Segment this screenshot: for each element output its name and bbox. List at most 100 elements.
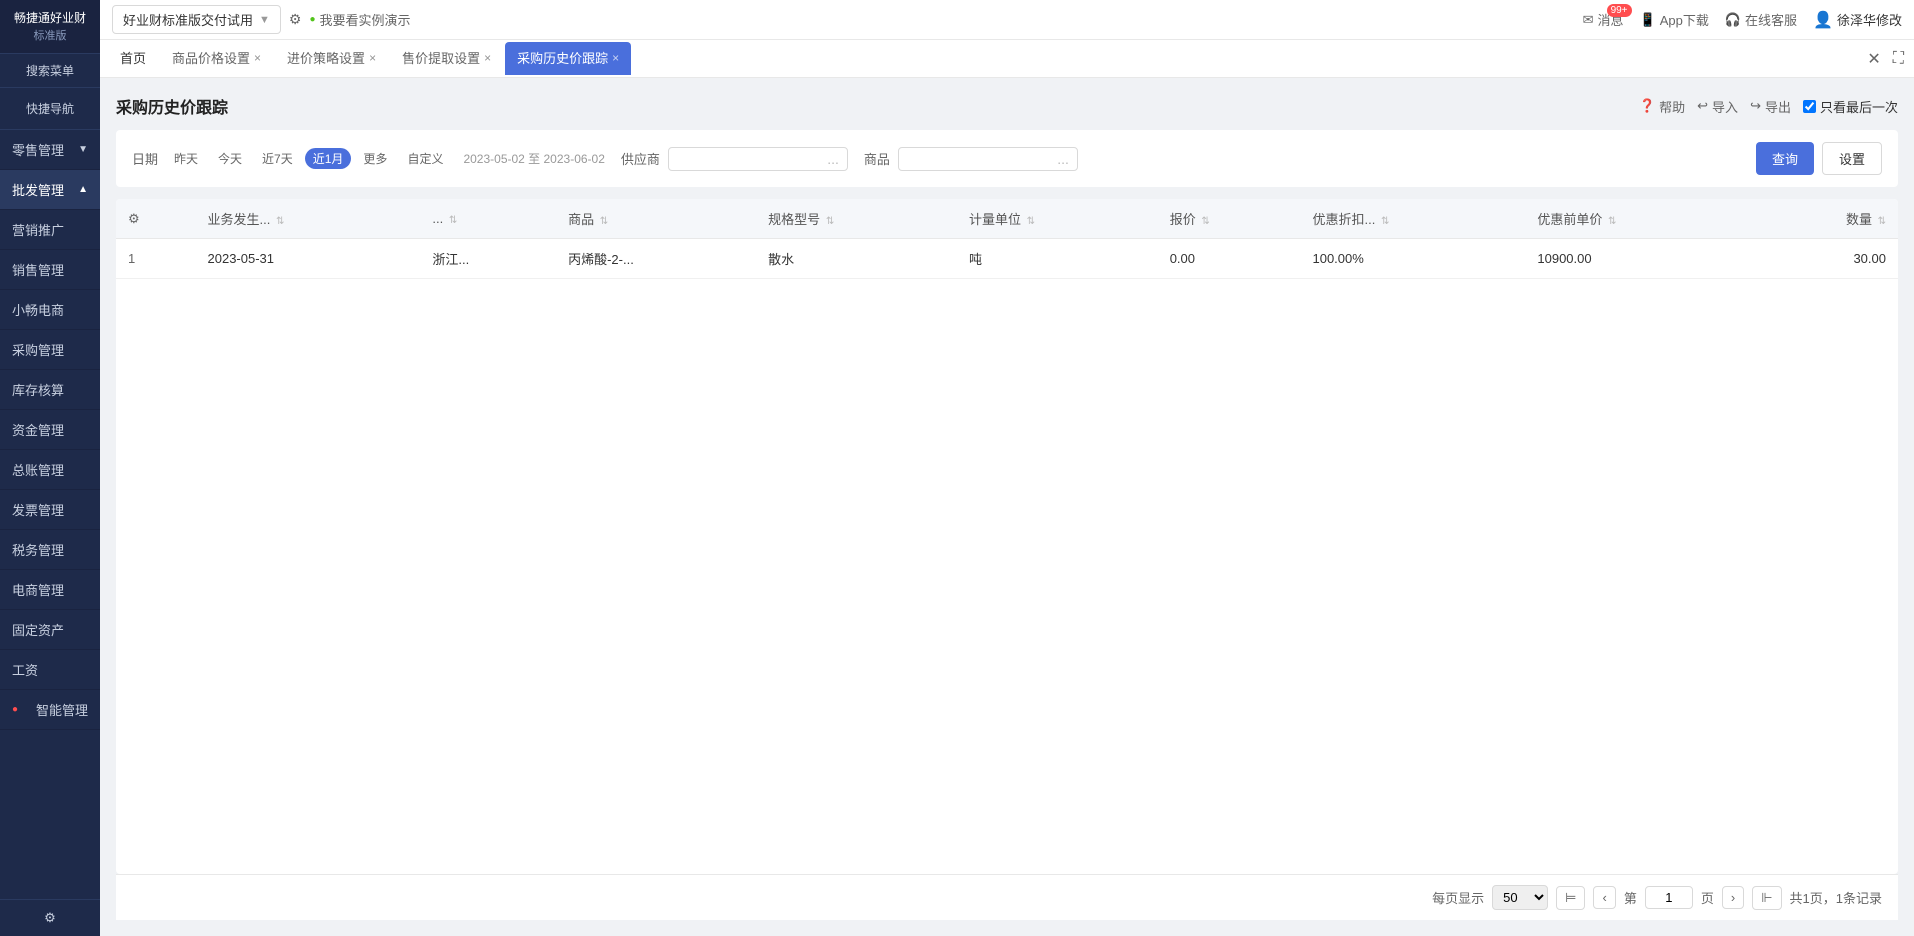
th-unit-sort-icon: ⇅ bbox=[1027, 216, 1035, 227]
sidebar-item-wholesale-arrow: ▲ bbox=[78, 184, 88, 195]
settings-button[interactable]: 设置 bbox=[1822, 142, 1882, 175]
th-unit[interactable]: 计量单位 ⇅ bbox=[957, 199, 1158, 239]
only-last-input[interactable] bbox=[1803, 100, 1816, 113]
th-quantity-sort-icon: ⇅ bbox=[1878, 216, 1886, 227]
sidebar-settings-icon[interactable]: ⚙ bbox=[0, 899, 100, 936]
topbar-app-download[interactable]: 📱 App下载 bbox=[1640, 10, 1709, 29]
th-price-sort-icon: ⇅ bbox=[1201, 216, 1209, 227]
export-button[interactable]: ↪ 导出 bbox=[1750, 97, 1791, 116]
date-pill-today[interactable]: 今天 bbox=[210, 148, 250, 169]
th-col3[interactable]: ... ⇅ bbox=[420, 199, 556, 239]
help-label: 帮助 bbox=[1659, 97, 1685, 116]
sidebar-item-smart[interactable]: 智能管理 bbox=[0, 690, 100, 730]
only-last-checkbox[interactable]: 只看最后一次 bbox=[1803, 97, 1898, 116]
tab-home[interactable]: 首页 bbox=[108, 42, 158, 75]
tab-price[interactable]: 商品价格设置 × bbox=[160, 42, 273, 75]
pagination-total-info: 共1页，1条记录 bbox=[1790, 888, 1882, 907]
tab-history-price[interactable]: 采购历史价跟踪 × bbox=[505, 42, 631, 75]
topbar-version-selector[interactable]: 好业财标准版交付试用 ▼ bbox=[112, 5, 281, 34]
filter-date-range: 2023-05-02 至 2023-06-02 bbox=[463, 150, 604, 167]
tab-sale-price-close-icon[interactable]: × bbox=[484, 51, 491, 65]
sidebar-item-assets[interactable]: 固定资产 bbox=[0, 610, 100, 650]
sidebar-item-wholesale[interactable]: 批发管理 ▲ bbox=[0, 170, 100, 210]
date-pill-yesterday[interactable]: 昨天 bbox=[166, 148, 206, 169]
tab-purchase-strategy-close-icon[interactable]: × bbox=[369, 51, 376, 65]
date-pills: 昨天 今天 近7天 近1月 更多 自定义 bbox=[166, 148, 451, 169]
tab-expand-icon[interactable]: ⛶ bbox=[1891, 48, 1906, 70]
product-dots-icon[interactable]: ... bbox=[1057, 151, 1069, 167]
help-button[interactable]: ❓ 帮助 bbox=[1639, 97, 1685, 116]
pagination-prev-button[interactable]: ‹ bbox=[1593, 886, 1615, 909]
import-button[interactable]: ↩ 导入 bbox=[1697, 97, 1738, 116]
th-gear[interactable]: ⚙ bbox=[116, 199, 196, 239]
pagination-next-button[interactable]: › bbox=[1722, 886, 1744, 909]
topbar-demo-link[interactable]: 我要看实例演示 bbox=[309, 10, 410, 29]
th-product[interactable]: 商品 ⇅ bbox=[556, 199, 756, 239]
tab-close-icon[interactable]: ✕ bbox=[1865, 47, 1882, 71]
th-date-label: 业务发生... bbox=[208, 212, 271, 227]
sidebar-item-invoice[interactable]: 发票管理 bbox=[0, 490, 100, 530]
tab-purchase-strategy-label: 进价策略设置 bbox=[287, 48, 365, 67]
th-discount-label: 优惠折扣... bbox=[1312, 212, 1375, 227]
sidebar-search[interactable]: 搜索菜单 bbox=[0, 54, 100, 88]
filter-bar: 日期 昨天 今天 近7天 近1月 更多 自定义 2023-05-02 至 202… bbox=[116, 130, 1898, 187]
date-pill-custom[interactable]: 自定义 bbox=[399, 148, 451, 169]
tab-purchase-strategy[interactable]: 进价策略设置 × bbox=[275, 42, 388, 75]
th-date[interactable]: 业务发生... ⇅ bbox=[196, 199, 421, 239]
sidebar-item-purchase[interactable]: 采购管理 bbox=[0, 330, 100, 370]
date-pill-more[interactable]: 更多 bbox=[355, 148, 395, 169]
th-price[interactable]: 报价 ⇅ bbox=[1158, 199, 1301, 239]
topbar-version-label: 好业财标准版交付试用 bbox=[123, 10, 253, 29]
logo-sub: 标准版 bbox=[8, 27, 92, 43]
topbar-user[interactable]: 👤 徐泽华修改 bbox=[1813, 10, 1902, 30]
th-date-sort-icon: ⇅ bbox=[276, 216, 284, 227]
topbar-settings-icon[interactable]: ⚙ bbox=[289, 11, 302, 28]
sidebar-item-payroll-label: 工资 bbox=[12, 660, 38, 679]
tab-history-price-close-icon[interactable]: × bbox=[612, 51, 619, 65]
filter-product-input[interactable] bbox=[907, 151, 1057, 166]
date-pill-last7[interactable]: 近7天 bbox=[254, 148, 301, 169]
sidebar-item-payroll[interactable]: 工资 bbox=[0, 650, 100, 690]
pagination-page-input[interactable] bbox=[1654, 890, 1684, 905]
topbar-online-service-label: 在线客服 bbox=[1745, 10, 1797, 29]
sidebar-quick-nav-item[interactable]: 快捷导航 bbox=[0, 92, 100, 125]
tab-home-label: 首页 bbox=[120, 48, 146, 67]
sidebar-item-tax-label: 税务管理 bbox=[12, 540, 64, 559]
sidebar-item-finance[interactable]: 资金管理 bbox=[0, 410, 100, 450]
topbar-online-service[interactable]: 🎧 在线客服 bbox=[1725, 10, 1797, 29]
sidebar-item-marketing[interactable]: 营销推广 bbox=[0, 210, 100, 250]
pagination-last-button[interactable]: ⊩ bbox=[1752, 886, 1781, 910]
filter-supplier-input[interactable] bbox=[677, 151, 827, 166]
date-pill-last1m[interactable]: 近1月 bbox=[305, 148, 352, 169]
sidebar-item-retail[interactable]: 零售管理 ▼ bbox=[0, 130, 100, 170]
pagination-page-label: 第 bbox=[1624, 888, 1637, 907]
th-pre-price-label: 优惠前单价 bbox=[1537, 212, 1602, 227]
th-discount[interactable]: 优惠折扣... ⇅ bbox=[1300, 199, 1525, 239]
tab-price-close-icon[interactable]: × bbox=[254, 51, 261, 65]
th-quantity[interactable]: 数量 ⇅ bbox=[1755, 199, 1898, 239]
topbar-app-download-label: App下载 bbox=[1660, 10, 1709, 29]
sidebar-item-sales[interactable]: 销售管理 bbox=[0, 250, 100, 290]
topbar-message[interactable]: ✉ 消息 99+ bbox=[1583, 10, 1624, 29]
sidebar-item-ecommerce[interactable]: 电商管理 bbox=[0, 570, 100, 610]
pagination-first-button[interactable]: ⊨ bbox=[1556, 886, 1585, 910]
query-button[interactable]: 查询 bbox=[1756, 142, 1814, 175]
supplier-dots-icon[interactable]: ... bbox=[827, 151, 839, 167]
main-area: 好业财标准版交付试用 ▼ ⚙ 我要看实例演示 ✉ 消息 99+ 📱 App下载 … bbox=[100, 0, 1914, 936]
tab-sale-price[interactable]: 售价提取设置 × bbox=[390, 42, 503, 75]
th-quantity-label: 数量 bbox=[1846, 212, 1872, 227]
user-avatar-icon: 👤 bbox=[1813, 10, 1833, 30]
sidebar-item-ledger[interactable]: 总账管理 bbox=[0, 450, 100, 490]
export-icon: ↪ bbox=[1750, 98, 1761, 114]
row-spec-cell: 散水 bbox=[756, 239, 957, 279]
sidebar-item-ecommerce-small[interactable]: 小畅电商 bbox=[0, 290, 100, 330]
sidebar-item-ledger-label: 总账管理 bbox=[12, 460, 64, 479]
th-pre-price[interactable]: 优惠前单价 ⇅ bbox=[1525, 199, 1755, 239]
th-product-label: 商品 bbox=[568, 212, 594, 227]
sidebar-item-tax[interactable]: 税务管理 bbox=[0, 530, 100, 570]
th-spec[interactable]: 规格型号 ⇅ bbox=[756, 199, 957, 239]
content: 采购历史价跟踪 ❓ 帮助 ↩ 导入 ↪ 导出 只看最后一次 bbox=[100, 78, 1914, 936]
sidebar-item-inventory[interactable]: 库存核算 bbox=[0, 370, 100, 410]
per-page-select[interactable]: 50 10 20 100 bbox=[1492, 885, 1548, 910]
sidebar-menu: 零售管理 ▼ 批发管理 ▲ 营销推广 销售管理 小畅电商 采购管理 库存核算 资… bbox=[0, 130, 100, 899]
